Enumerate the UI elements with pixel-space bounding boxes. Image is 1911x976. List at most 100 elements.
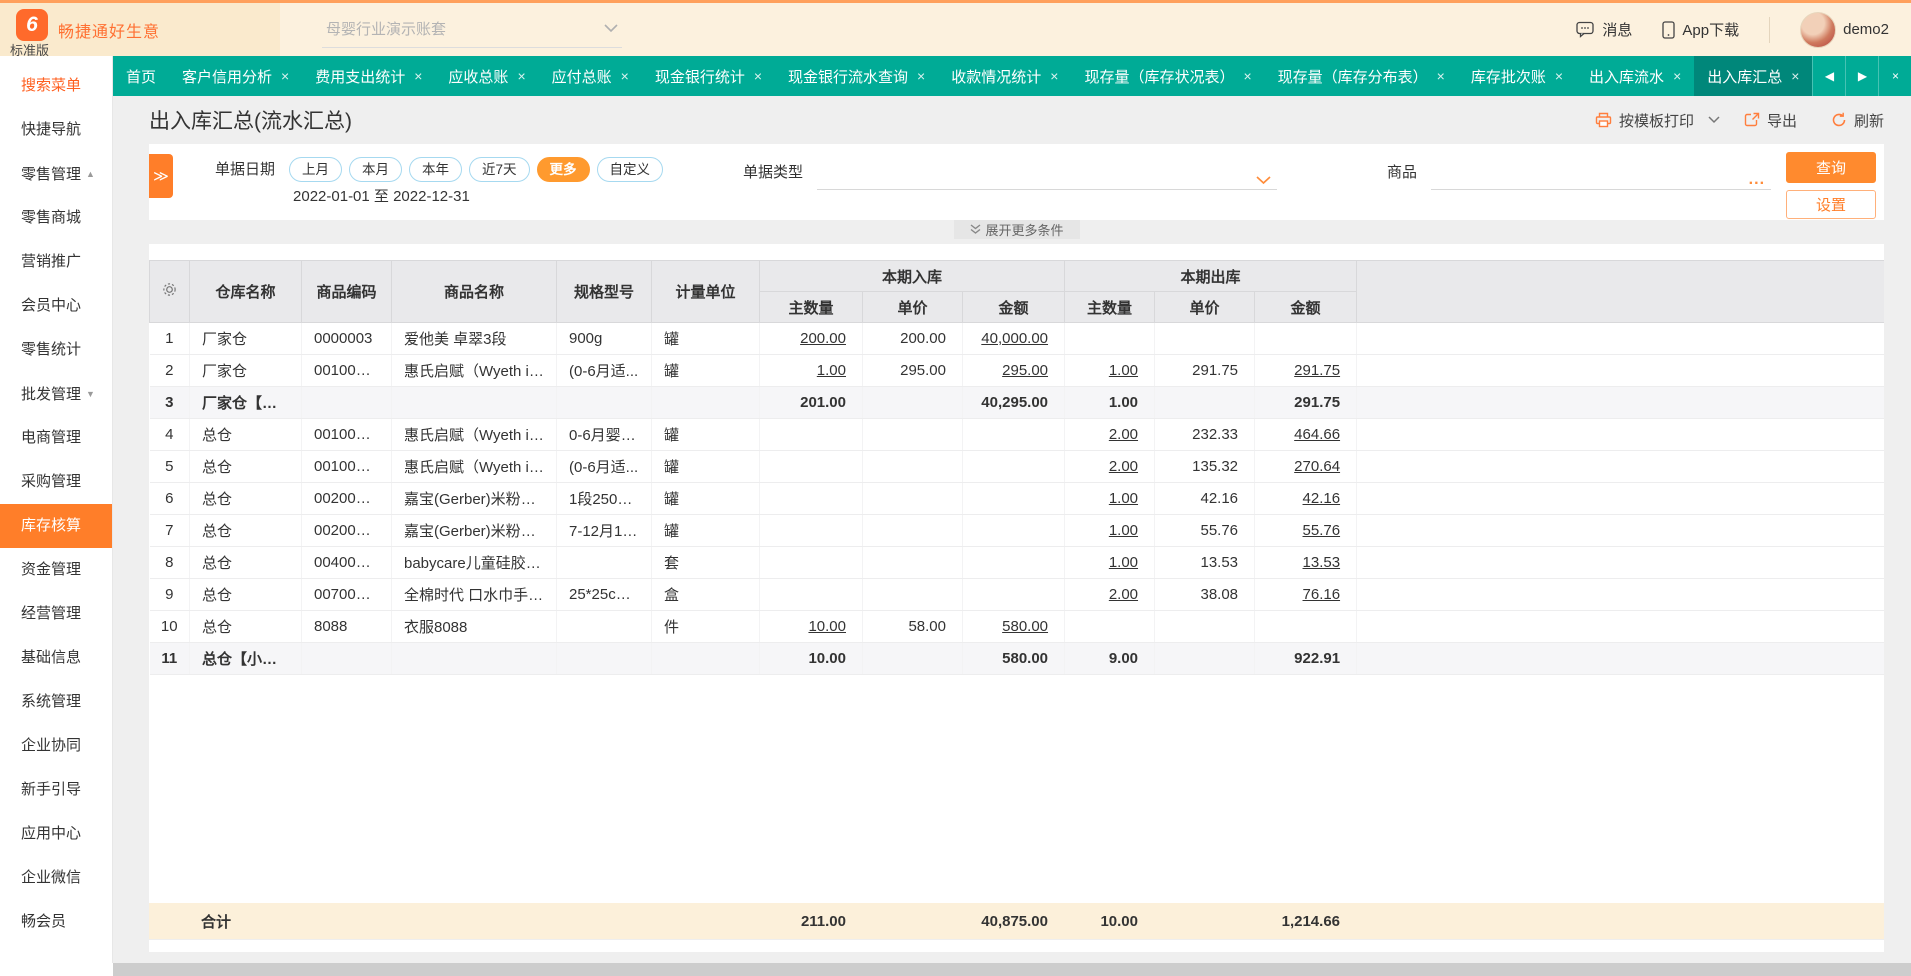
sidebar-item-active[interactable]: 库存核算 [0,504,112,548]
sidebar-item[interactable]: 新手引导 [0,768,112,812]
horizontal-scrollbar[interactable] [113,963,1911,976]
tab-item[interactable]: 首页 [113,56,169,96]
tab-close-icon[interactable]: × [1243,69,1251,83]
sidebar-item[interactable]: 畅会员 [0,900,112,944]
sidebar-item[interactable]: 零售管理 ▲ [0,152,112,196]
cell-out-qty[interactable]: 2.00 [1064,578,1156,611]
tabs-scroll-right-button[interactable]: ▶ [1845,56,1878,96]
cell-in-qty[interactable]: 200.00 [759,322,863,355]
cell-in-qty[interactable]: 1.00 [759,354,863,387]
sidebar-item[interactable]: 会员中心 [0,284,112,328]
tab-item-active[interactable]: 出入库汇总 × [1694,56,1813,96]
user-menu[interactable]: demo2 [1800,11,1889,48]
sidebar-item[interactable]: 营销推广 [0,240,112,284]
sidebar-item[interactable]: 企业微信 [0,856,112,900]
sidebar-item[interactable]: 搜索菜单 [0,64,112,108]
drill-down-link[interactable]: 2.00 [1109,586,1138,603]
tabs-close-all-button[interactable]: × [1878,56,1911,96]
drill-down-link[interactable]: 270.64 [1294,458,1340,475]
drill-down-link[interactable]: 2.00 [1109,426,1138,443]
cell-out-amount[interactable]: 13.53 [1254,546,1358,579]
cell-out-amount[interactable]: 76.16 [1254,578,1358,611]
sidebar-item[interactable]: 资金管理 [0,548,112,592]
sidebar-item[interactable]: 批发管理 ▼ [0,372,112,416]
account-select[interactable]: 母婴行业演示账套 [322,16,622,48]
tab-item[interactable]: 费用支出统计 × [302,56,435,96]
date-pill[interactable]: 上月 [289,157,343,182]
cell-out-amount[interactable]: 291.75 [1254,354,1358,387]
doc-type-input[interactable] [817,160,1278,190]
sidebar-item[interactable]: 零售商城 [0,196,112,240]
drill-down-link[interactable]: 2.00 [1109,458,1138,475]
tab-item[interactable]: 现金银行流水查询 × [775,56,938,96]
refresh-button[interactable]: 刷新 [1831,110,1884,131]
tab-close-icon[interactable]: × [1791,69,1799,83]
drill-down-link[interactable]: 1.00 [817,362,846,379]
tab-item[interactable]: 现存量（库存分布表） × [1265,56,1458,96]
cell-out-amount[interactable]: 55.76 [1254,514,1358,547]
sidebar-item[interactable]: 零售统计 [0,328,112,372]
settings-button[interactable]: 设置 [1786,190,1876,219]
sidebar-item[interactable]: 企业协同 [0,724,112,768]
cell-in-amount[interactable]: 295.00 [962,354,1066,387]
drill-down-link[interactable]: 10.00 [808,618,846,635]
drill-down-link[interactable]: 13.53 [1303,554,1341,571]
drill-down-link[interactable]: 76.16 [1303,586,1341,603]
tab-close-icon[interactable]: × [517,69,525,83]
cell-out-qty[interactable]: 2.00 [1064,450,1156,483]
column-settings-button[interactable] [149,260,190,323]
cell-in-qty[interactable]: 10.00 [759,610,863,643]
cell-out-qty[interactable]: 1.00 [1064,482,1156,515]
cell-in-amount[interactable]: 580.00 [962,610,1066,643]
date-pill[interactable]: 本年 [409,157,463,182]
tab-item[interactable]: 客户信用分析 × [169,56,302,96]
cell-out-qty[interactable]: 2.00 [1064,418,1156,451]
cell-out-qty[interactable]: 1.00 [1064,546,1156,579]
sidebar-item[interactable]: 应用中心 [0,812,112,856]
drill-down-link[interactable]: 40,000.00 [981,330,1048,347]
tab-close-icon[interactable]: × [1437,69,1445,83]
drill-down-link[interactable]: 200.00 [800,330,846,347]
tab-item[interactable]: 应付总账 × [539,56,642,96]
tab-close-icon[interactable]: × [621,69,629,83]
tabs-scroll-left-button[interactable]: ◀ [1812,56,1845,96]
print-by-template-button[interactable]: 按模板打印 [1595,110,1694,131]
drill-down-link[interactable]: 580.00 [1002,618,1048,635]
export-button[interactable]: 导出 [1744,110,1797,131]
cell-out-amount[interactable]: 270.64 [1254,450,1358,483]
sidebar-item[interactable]: 系统管理 [0,680,112,724]
drill-down-link[interactable]: 295.00 [1002,362,1048,379]
tab-item[interactable]: 库存批次账 × [1458,56,1576,96]
drill-down-link[interactable]: 1.00 [1109,554,1138,571]
sidebar-item[interactable]: 快捷导航 [0,108,112,152]
cell-in-amount[interactable]: 40,000.00 [962,322,1066,355]
tab-item[interactable]: 收款情况统计 × [938,56,1071,96]
drill-down-link[interactable]: 42.16 [1303,490,1341,507]
date-pill[interactable]: 近7天 [469,157,530,182]
tab-item[interactable]: 现存量（库存状况表） × [1071,56,1264,96]
drill-down-link[interactable]: 1.00 [1109,490,1138,507]
drill-down-link[interactable]: 464.66 [1294,426,1340,443]
drill-down-link[interactable]: 1.00 [1109,362,1138,379]
sidebar-item[interactable]: 基础信息 [0,636,112,680]
tab-close-icon[interactable]: × [1555,69,1563,83]
sidebar-item[interactable]: 电商管理 [0,416,112,460]
messages-button[interactable]: 消息 [1576,19,1632,40]
date-pill-custom[interactable]: 自定义 [596,157,664,182]
sidebar-item[interactable]: 经营管理 [0,592,112,636]
tab-close-icon[interactable]: × [917,69,925,83]
drill-down-link[interactable]: 55.76 [1303,522,1341,539]
product-picker-button[interactable]: ... [1749,172,1765,188]
print-options-chevron-icon[interactable] [1708,116,1720,124]
query-button[interactable]: 查询 [1786,152,1876,183]
tab-close-icon[interactable]: × [281,69,289,83]
cell-out-amount[interactable]: 42.16 [1254,482,1358,515]
tab-close-icon[interactable]: × [1673,69,1681,83]
app-download-button[interactable]: App下载 [1662,19,1739,40]
date-range-value[interactable]: 2022-01-01 至 2022-12-31 [289,185,663,206]
tab-close-icon[interactable]: × [414,69,422,83]
cell-out-amount[interactable]: 464.66 [1254,418,1358,451]
expand-more-conditions-button[interactable]: 展开更多条件 [953,220,1080,239]
sidebar-item[interactable]: 采购管理 [0,460,112,504]
tab-item[interactable]: 出入库流水 × [1576,56,1694,96]
